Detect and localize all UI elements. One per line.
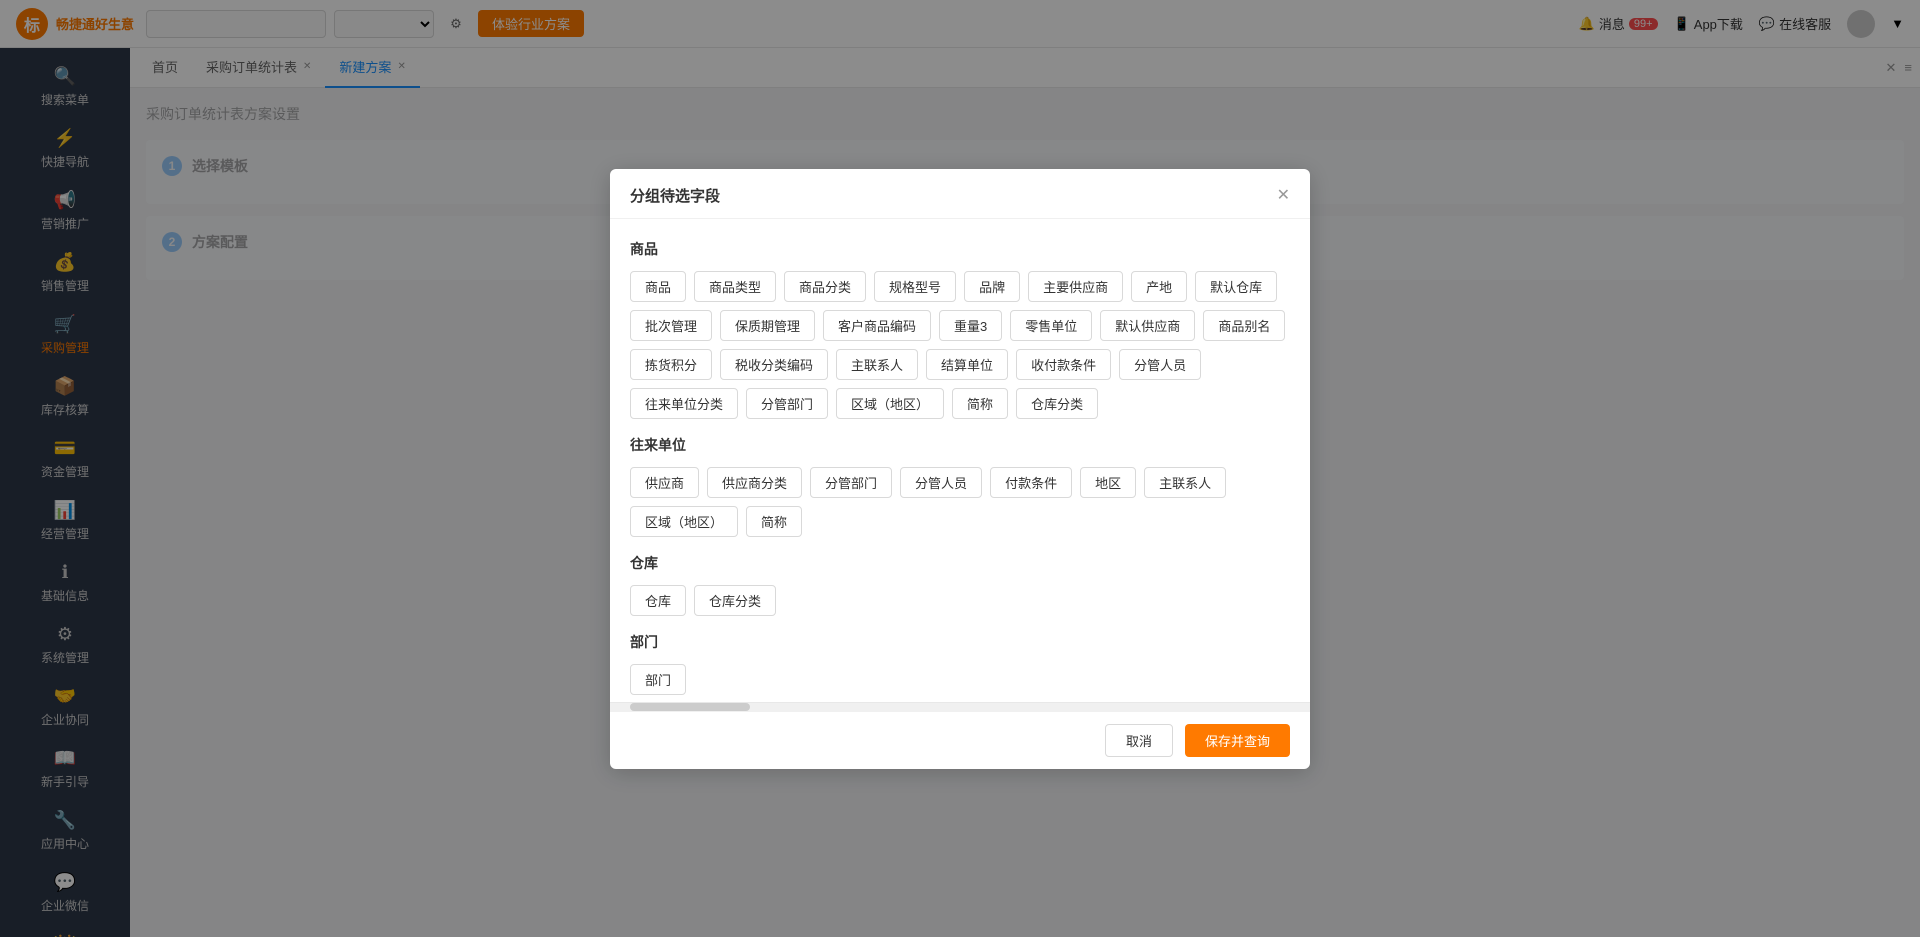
- fields-grid-partner: 供应商 供应商分类 分管部门 分管人员 付款条件 地区 主联系人 区域（地区） …: [630, 467, 1290, 537]
- modal-horizontal-scrollbar[interactable]: [610, 702, 1310, 710]
- field-tag[interactable]: 主联系人: [1144, 467, 1226, 498]
- fields-grid-warehouse: 仓库 仓库分类: [630, 585, 1290, 616]
- field-tag[interactable]: 仓库分类: [1016, 388, 1098, 419]
- field-tag[interactable]: 品牌: [964, 271, 1020, 302]
- field-tag[interactable]: 商品类型: [694, 271, 776, 302]
- section-title-dept: 部门: [630, 632, 1290, 652]
- hscroll-thumb: [630, 703, 750, 711]
- modal-footer: 取消 保存并查询: [610, 711, 1310, 769]
- field-tag[interactable]: 商品: [630, 271, 686, 302]
- field-tag[interactable]: 往来单位分类: [630, 388, 738, 419]
- field-tag[interactable]: 分管人员: [900, 467, 982, 498]
- field-tag[interactable]: 结算单位: [926, 349, 1008, 380]
- field-tag[interactable]: 产地: [1131, 271, 1187, 302]
- fields-grid-product: 商品 商品类型 商品分类 规格型号 品牌 主要供应商 产地 默认仓库 批次管理 …: [630, 271, 1290, 419]
- modal-header: 分组待选字段 ✕: [610, 169, 1310, 219]
- section-title-product: 商品: [630, 239, 1290, 259]
- field-tag[interactable]: 供应商分类: [707, 467, 802, 498]
- field-tag[interactable]: 默认供应商: [1100, 310, 1195, 341]
- field-tag[interactable]: 地区: [1080, 467, 1136, 498]
- confirm-button[interactable]: 保存并查询: [1185, 724, 1290, 757]
- field-tag[interactable]: 重量3: [939, 310, 1002, 341]
- field-tag[interactable]: 简称: [746, 506, 802, 537]
- field-tag[interactable]: 仓库: [630, 585, 686, 616]
- field-tag[interactable]: 商品别名: [1203, 310, 1285, 341]
- field-tag[interactable]: 批次管理: [630, 310, 712, 341]
- modal-title: 分组待选字段: [630, 185, 720, 206]
- field-tag[interactable]: 默认仓库: [1195, 271, 1277, 302]
- field-tag[interactable]: 供应商: [630, 467, 699, 498]
- modal-dialog: 分组待选字段 ✕ 商品 商品 商品类型 商品分类 规格型号 品牌 主要供应商 产…: [610, 169, 1310, 769]
- field-tag[interactable]: 保质期管理: [720, 310, 815, 341]
- field-tag[interactable]: 付款条件: [990, 467, 1072, 498]
- field-tag[interactable]: 区域（地区）: [630, 506, 738, 537]
- field-tag[interactable]: 规格型号: [874, 271, 956, 302]
- field-tag[interactable]: 主联系人: [836, 349, 918, 380]
- field-tag[interactable]: 拣货积分: [630, 349, 712, 380]
- section-title-partner: 往来单位: [630, 435, 1290, 455]
- section-title-warehouse: 仓库: [630, 553, 1290, 573]
- field-tag[interactable]: 分管人员: [1119, 349, 1201, 380]
- field-tag[interactable]: 部门: [630, 664, 686, 695]
- field-tag[interactable]: 分管部门: [746, 388, 828, 419]
- modal-body: 商品 商品 商品类型 商品分类 规格型号 品牌 主要供应商 产地 默认仓库 批次…: [610, 219, 1310, 703]
- field-tag[interactable]: 仓库分类: [694, 585, 776, 616]
- field-tag[interactable]: 商品分类: [784, 271, 866, 302]
- fields-grid-dept: 部门: [630, 664, 1290, 695]
- field-tag[interactable]: 客户商品编码: [823, 310, 931, 341]
- field-tag[interactable]: 分管部门: [810, 467, 892, 498]
- field-tag[interactable]: 区域（地区）: [836, 388, 944, 419]
- field-tag[interactable]: 零售单位: [1010, 310, 1092, 341]
- cancel-button[interactable]: 取消: [1105, 724, 1173, 757]
- field-tag[interactable]: 主要供应商: [1028, 271, 1123, 302]
- modal-close-button[interactable]: ✕: [1277, 185, 1290, 205]
- modal-overlay: 分组待选字段 ✕ 商品 商品 商品类型 商品分类 规格型号 品牌 主要供应商 产…: [0, 0, 1920, 937]
- field-tag[interactable]: 简称: [952, 388, 1008, 419]
- field-tag[interactable]: 收付款条件: [1016, 349, 1111, 380]
- field-tag[interactable]: 税收分类编码: [720, 349, 828, 380]
